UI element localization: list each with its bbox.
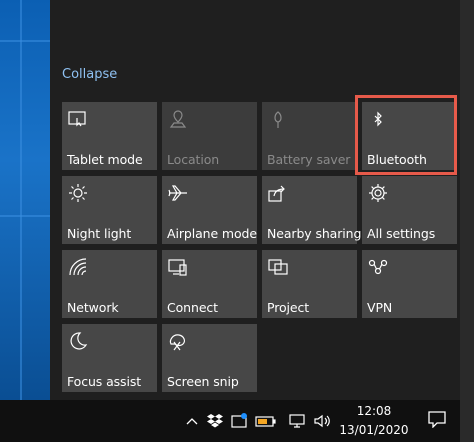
- tile-label: All settings: [367, 226, 436, 241]
- volume-icon[interactable]: [312, 400, 332, 442]
- tile-nearby-sharing[interactable]: Nearby sharing: [262, 176, 361, 244]
- night-light-icon: [67, 182, 89, 204]
- collapse-link[interactable]: Collapse: [62, 67, 117, 82]
- tile-label: Location: [167, 152, 220, 167]
- tile-vpn[interactable]: VPN: [362, 250, 457, 318]
- desktop-wallpaper: [0, 0, 50, 400]
- tile-label: Nearby sharing: [267, 226, 362, 241]
- window-edge: [460, 0, 474, 442]
- project-icon: [267, 256, 289, 278]
- tile-label: Network: [67, 300, 119, 315]
- clock-time: 12:08: [356, 404, 392, 418]
- network-tray-icon[interactable]: [287, 400, 307, 442]
- moon-icon: [67, 330, 89, 352]
- vpn-icon: [367, 256, 389, 278]
- airplane-icon: [167, 182, 189, 204]
- chevron-up-icon[interactable]: [183, 400, 201, 442]
- tile-night-light[interactable]: Night light: [62, 176, 157, 244]
- tile-label: Connect: [167, 300, 218, 315]
- tile-bluetooth[interactable]: Bluetooth: [362, 102, 457, 170]
- battery-saver-icon: [267, 108, 289, 130]
- taskbar: 12:08 13/01/2020: [0, 400, 474, 442]
- tile-label: Focus assist: [67, 374, 142, 389]
- screen-snip-icon: [167, 330, 189, 352]
- tile-network[interactable]: Network: [62, 250, 157, 318]
- tile-focus-assist[interactable]: Focus assist: [62, 324, 157, 392]
- tile-location[interactable]: Location: [162, 102, 257, 170]
- tile-project[interactable]: Project: [262, 250, 357, 318]
- notification-icon: [427, 410, 447, 432]
- battery-icon[interactable]: [254, 400, 278, 442]
- tablet-mode-icon: [67, 108, 89, 130]
- snip-tray-icon[interactable]: [230, 400, 250, 442]
- tile-screen-snip[interactable]: Screen snip: [162, 324, 257, 392]
- network-icon: [67, 256, 89, 278]
- tile-tablet-mode[interactable]: Tablet mode: [62, 102, 157, 170]
- tile-label: Night light: [67, 226, 132, 241]
- tile-battery-saver[interactable]: Battery saver: [262, 102, 357, 170]
- tile-all-settings[interactable]: All settings: [362, 176, 457, 244]
- tile-connect[interactable]: Connect: [162, 250, 257, 318]
- gear-icon: [367, 182, 389, 204]
- nearby-sharing-icon: [267, 182, 289, 204]
- notification-button[interactable]: [414, 400, 460, 442]
- tile-label: Screen snip: [167, 374, 239, 389]
- tile-label: VPN: [367, 300, 393, 315]
- tile-airplane-mode[interactable]: Airplane mode: [162, 176, 257, 244]
- clock-date: 13/01/2020: [339, 423, 409, 437]
- connect-icon: [167, 256, 189, 278]
- tile-label: Battery saver: [267, 152, 351, 167]
- tile-label: Airplane mode: [167, 226, 257, 241]
- tile-label: Tablet mode: [67, 152, 143, 167]
- dropbox-icon[interactable]: [205, 400, 225, 442]
- tile-label: Project: [267, 300, 310, 315]
- tile-label: Bluetooth: [367, 152, 427, 167]
- bluetooth-icon: [367, 108, 389, 130]
- location-icon: [167, 108, 189, 130]
- taskbar-clock[interactable]: 12:08 13/01/2020: [339, 402, 409, 440]
